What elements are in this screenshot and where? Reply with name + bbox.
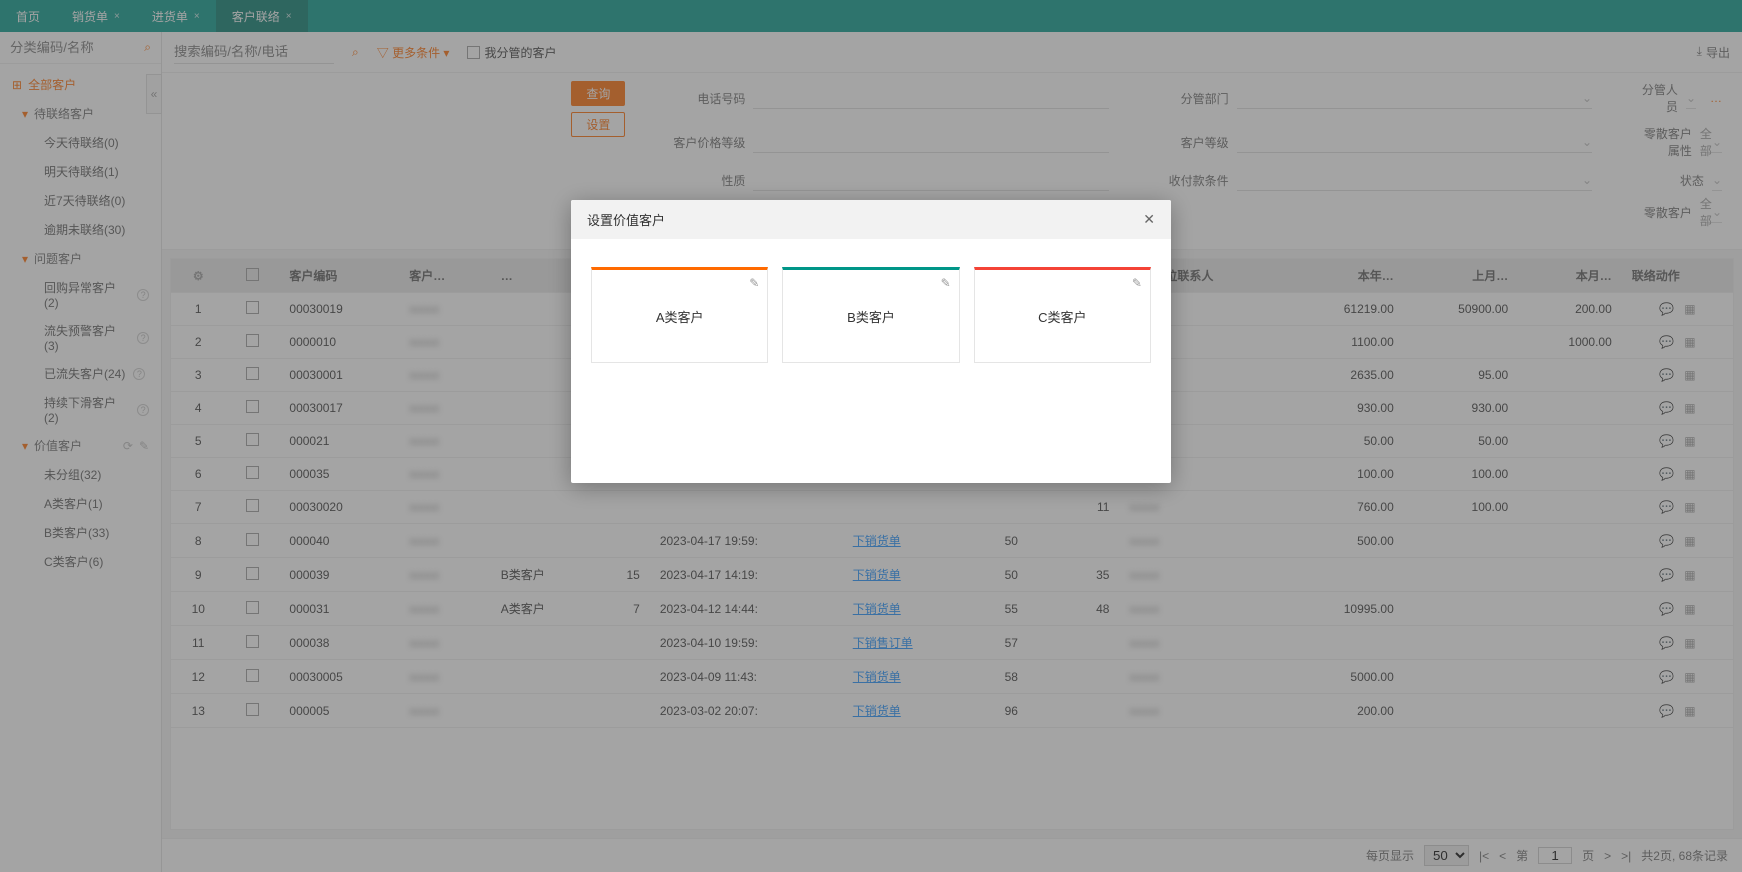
value-card[interactable]: ✎ C类客户	[974, 267, 1151, 363]
value-card[interactable]: ✎ A类客户	[591, 267, 768, 363]
value-customer-modal: 设置价值客户 ✕ ✎ A类客户 ✎ B类客户 ✎ C类客户	[571, 200, 1171, 483]
card-label: C类客户	[1038, 307, 1086, 326]
edit-icon[interactable]: ✎	[749, 276, 759, 290]
card-label: A类客户	[656, 307, 704, 326]
card-label: B类客户	[847, 307, 895, 326]
modal-title: 设置价值客户	[587, 210, 665, 229]
value-card[interactable]: ✎ B类客户	[782, 267, 959, 363]
edit-icon[interactable]: ✎	[941, 276, 951, 290]
modal-overlay[interactable]: 设置价值客户 ✕ ✎ A类客户 ✎ B类客户 ✎ C类客户	[0, 0, 1742, 872]
edit-icon[interactable]: ✎	[1132, 276, 1142, 290]
close-icon[interactable]: ✕	[1143, 211, 1155, 228]
